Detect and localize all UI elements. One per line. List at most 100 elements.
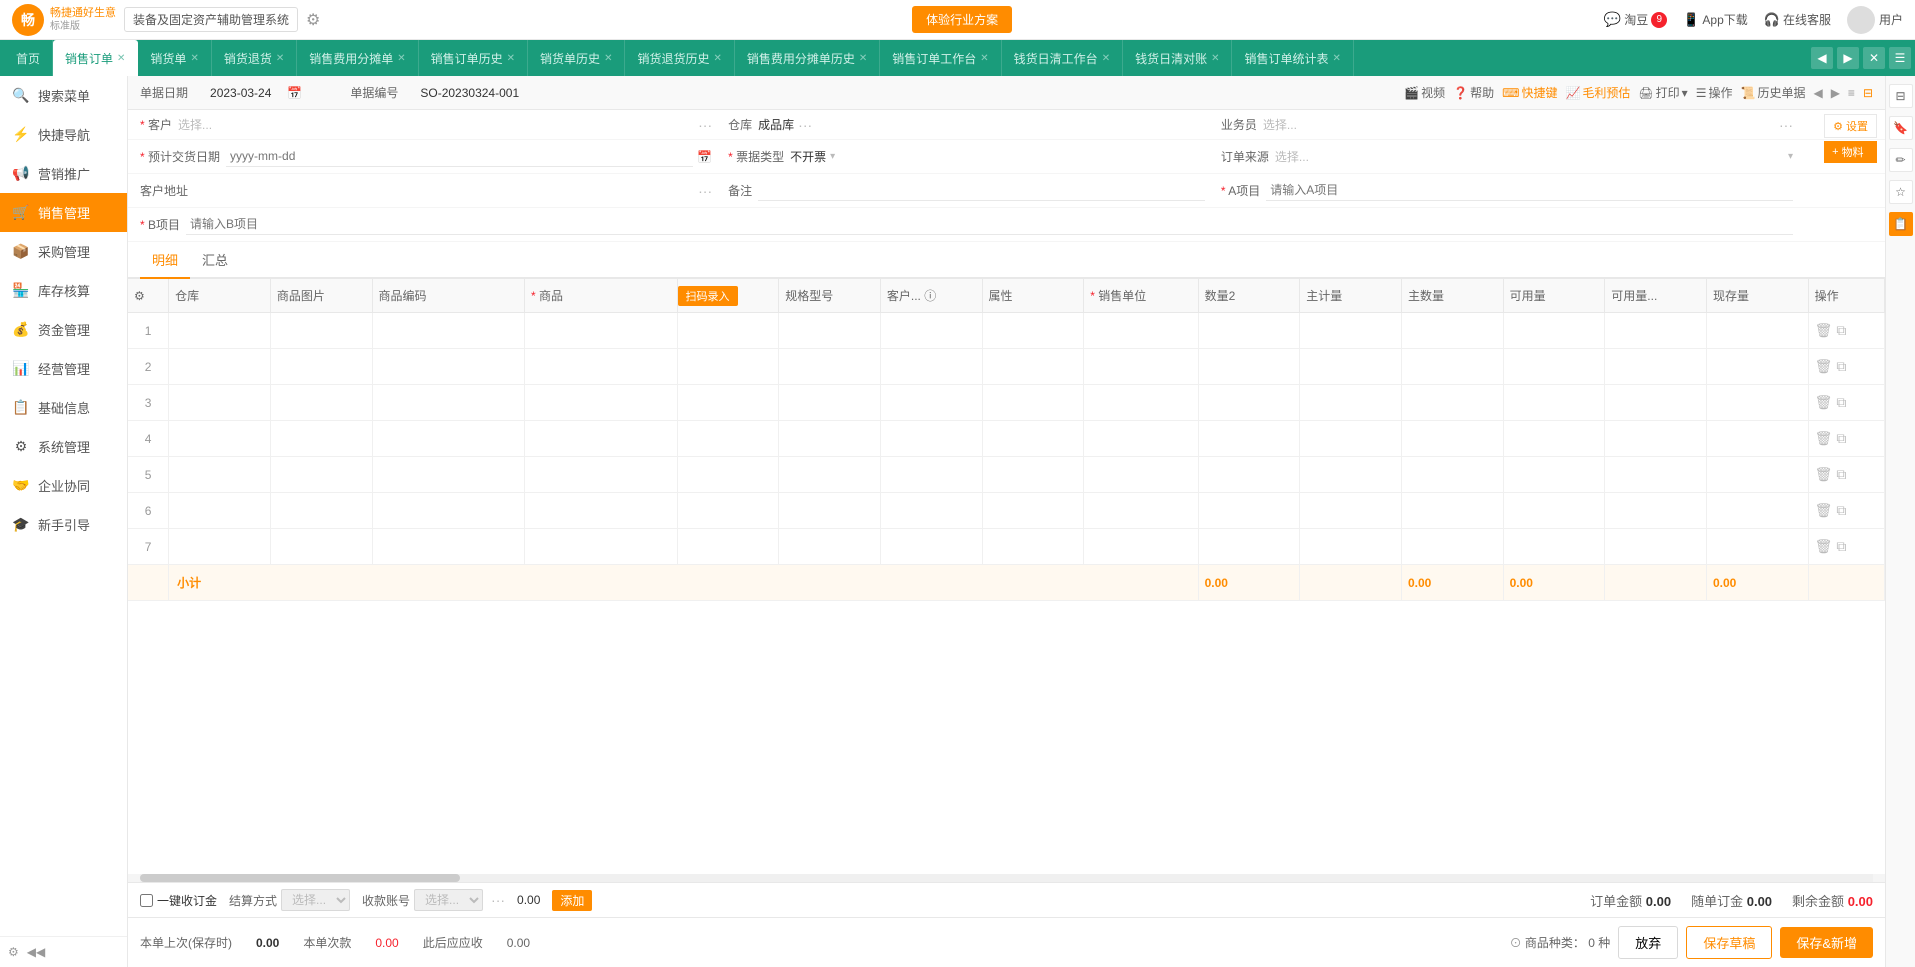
calendar-icon-2[interactable]: 📅 [697, 150, 712, 164]
delete-icon-4[interactable]: 🗑 [1815, 430, 1833, 447]
discard-btn[interactable]: 放弃 [1618, 926, 1678, 959]
copy-icon-5[interactable]: ⧉ [1836, 466, 1846, 483]
scrollbar-thumb[interactable] [140, 874, 460, 882]
a-project-input[interactable] [1266, 180, 1793, 201]
tab-close-sales-order[interactable]: ✕ [117, 53, 125, 64]
right-icon-5[interactable]: 📋 [1889, 212, 1913, 236]
tab-return-history[interactable]: 销货退货历史 ✕ [625, 40, 734, 76]
copy-icon-4[interactable]: ⧉ [1836, 430, 1846, 447]
sidebar-item-quick-nav[interactable]: ⚡ 快捷导航 [0, 115, 127, 154]
tab-order-history[interactable]: 销售订单历史 ✕ [419, 40, 528, 76]
sidebar-item-operation[interactable]: 📊 经营管理 [0, 349, 127, 388]
right-icon-2[interactable]: 🔖 [1889, 116, 1913, 140]
tab-sales-return[interactable]: 销货退货 ✕ [212, 40, 297, 76]
settings-icon[interactable]: ⚙ [306, 10, 320, 30]
tab-sales-invoice[interactable]: 销货单 ✕ [138, 40, 211, 76]
staff-input[interactable]: 选择... [1263, 116, 1775, 133]
save-draft-btn[interactable]: 保存草稿 [1686, 926, 1772, 959]
tab-cost-history[interactable]: 销售费用分摊单历史 ✕ [735, 40, 880, 76]
right-icon-3[interactable]: ✏ [1889, 148, 1913, 172]
right-icon-1[interactable]: ⊟ [1889, 84, 1913, 108]
copy-icon-2[interactable]: ⧉ [1836, 358, 1846, 375]
sidebar-item-cooperation[interactable]: 🤝 企业协同 [0, 466, 127, 505]
one-click-checkout[interactable]: 一键收订金 [140, 892, 217, 909]
sidebar-item-sys[interactable]: ⚙ 系统管理 [0, 427, 127, 466]
footer-add-btn[interactable]: 添加 [552, 890, 592, 911]
order-source-dropdown-icon[interactable]: ▾ [1788, 151, 1793, 162]
tab-close-daily-reconcile[interactable]: ✕ [1211, 53, 1219, 64]
tab-home[interactable]: 首页 [4, 40, 53, 76]
delivery-input[interactable] [226, 146, 693, 167]
profit-btn[interactable]: 📈 毛利预估 [1565, 84, 1630, 101]
history-btn[interactable]: 📜 历史单据 [1740, 84, 1805, 101]
grid-view-btn[interactable]: ≡ [1848, 86, 1855, 100]
nav-close-btn[interactable]: ✕ [1863, 47, 1885, 69]
warehouse-more-btn[interactable]: ··· [798, 117, 812, 133]
tab-close-order-history[interactable]: ✕ [507, 53, 515, 64]
tab-daily-reconcile[interactable]: 钱货日清对账 ✕ [1123, 40, 1232, 76]
delete-icon-1[interactable]: 🗑 [1815, 322, 1833, 339]
tab-close-stats[interactable]: ✕ [1333, 53, 1341, 64]
system-title[interactable]: 装备及固定资产辅助管理系统 [124, 7, 298, 32]
nav-prev-btn[interactable]: ◀ [1811, 47, 1833, 69]
user-avatar[interactable]: 用户 [1847, 6, 1903, 34]
nav-more-btn[interactable]: ☰ [1889, 47, 1911, 69]
tab-close-cost-split[interactable]: ✕ [397, 53, 405, 64]
one-click-checkbox[interactable] [140, 894, 153, 907]
save-new-btn[interactable]: 保存&新增 [1780, 927, 1873, 958]
tab-cost-split[interactable]: 销售费用分摊单 ✕ [297, 40, 418, 76]
prev-btn[interactable]: ◀ [1813, 86, 1822, 100]
tab-detail[interactable]: 明细 [140, 242, 190, 279]
b-project-input[interactable] [186, 214, 1793, 235]
tab-daily-workbench[interactable]: 钱货日清工作台 ✕ [1002, 40, 1123, 76]
tab-summary[interactable]: 汇总 [190, 242, 240, 277]
tab-close-daily-workbench[interactable]: ✕ [1102, 53, 1110, 64]
add-product-btn[interactable]: + 物料 [1824, 141, 1877, 163]
order-source-input[interactable]: 选择... [1275, 148, 1784, 165]
tab-invoice-history[interactable]: 销货单历史 ✕ [528, 40, 625, 76]
help-btn[interactable]: ❓ 帮助 [1453, 84, 1494, 101]
online-service[interactable]: 🎧 在线客服 [1764, 11, 1831, 28]
print-btn[interactable]: 🖨 打印 ▾ [1638, 84, 1687, 101]
customer-input[interactable]: 选择... [178, 116, 694, 133]
customer-more-btn[interactable]: ··· [698, 117, 712, 133]
settings-btn[interactable]: ⚙ 设置 [1824, 114, 1877, 138]
delete-icon-5[interactable]: 🗑 [1815, 466, 1833, 483]
sidebar-settings-btn[interactable]: ⚙ [8, 945, 19, 959]
operations-btn[interactable]: ☰ 操作 [1696, 84, 1733, 101]
receipt-select[interactable]: 选择... [414, 889, 483, 911]
list-view-btn[interactable]: ⊟ [1863, 86, 1873, 100]
invoice-dropdown-icon[interactable]: ▾ [830, 151, 835, 162]
tab-close-cost-history[interactable]: ✕ [859, 53, 867, 64]
sidebar-collapse-btn[interactable]: ◀◀ [27, 945, 45, 959]
sidebar-item-inventory[interactable]: 🏪 库存核算 [0, 271, 127, 310]
delete-icon-2[interactable]: 🗑 [1815, 358, 1833, 375]
th-settings[interactable]: ⚙ [128, 279, 169, 313]
delete-icon-3[interactable]: 🗑 [1815, 394, 1833, 411]
copy-icon-3[interactable]: ⧉ [1836, 394, 1846, 411]
next-btn[interactable]: ▶ [1831, 86, 1840, 100]
nav-next-btn[interactable]: ▶ [1837, 47, 1859, 69]
calendar-icon[interactable]: 📅 [287, 86, 302, 100]
copy-icon-6[interactable]: ⧉ [1836, 502, 1846, 519]
tab-close-workbench[interactable]: ✕ [980, 53, 988, 64]
sidebar-item-basic[interactable]: 📋 基础信息 [0, 388, 127, 427]
trial-btn[interactable]: 体验行业方案 [912, 6, 1012, 33]
sidebar-item-sales[interactable]: 🛒 销售管理 [0, 193, 127, 232]
sidebar-item-search[interactable]: 🔍 搜索菜单 [0, 76, 127, 115]
settlement-select[interactable]: 选择... [281, 889, 350, 911]
staff-more-btn[interactable]: ··· [1779, 117, 1793, 133]
tab-close-invoice[interactable]: ✕ [190, 53, 198, 64]
sidebar-item-marketing[interactable]: 📢 营销推广 [0, 154, 127, 193]
tab-order-workbench[interactable]: 销售订单工作台 ✕ [880, 40, 1001, 76]
tab-sales-order[interactable]: 销售订单 ✕ [53, 40, 138, 76]
copy-icon-1[interactable]: ⧉ [1836, 322, 1846, 339]
receipt-more-btn[interactable]: ··· [491, 892, 505, 908]
sidebar-item-purchase[interactable]: 📦 采购管理 [0, 232, 127, 271]
copy-icon-7[interactable]: ⧉ [1836, 538, 1846, 555]
delete-icon-7[interactable]: 🗑 [1815, 538, 1833, 555]
message-icon[interactable]: 💬 淘豆 9 [1604, 11, 1667, 28]
scan-btn[interactable]: 扫码录入 [678, 286, 738, 306]
delete-icon-6[interactable]: 🗑 [1815, 502, 1833, 519]
tab-close-return[interactable]: ✕ [276, 53, 284, 64]
